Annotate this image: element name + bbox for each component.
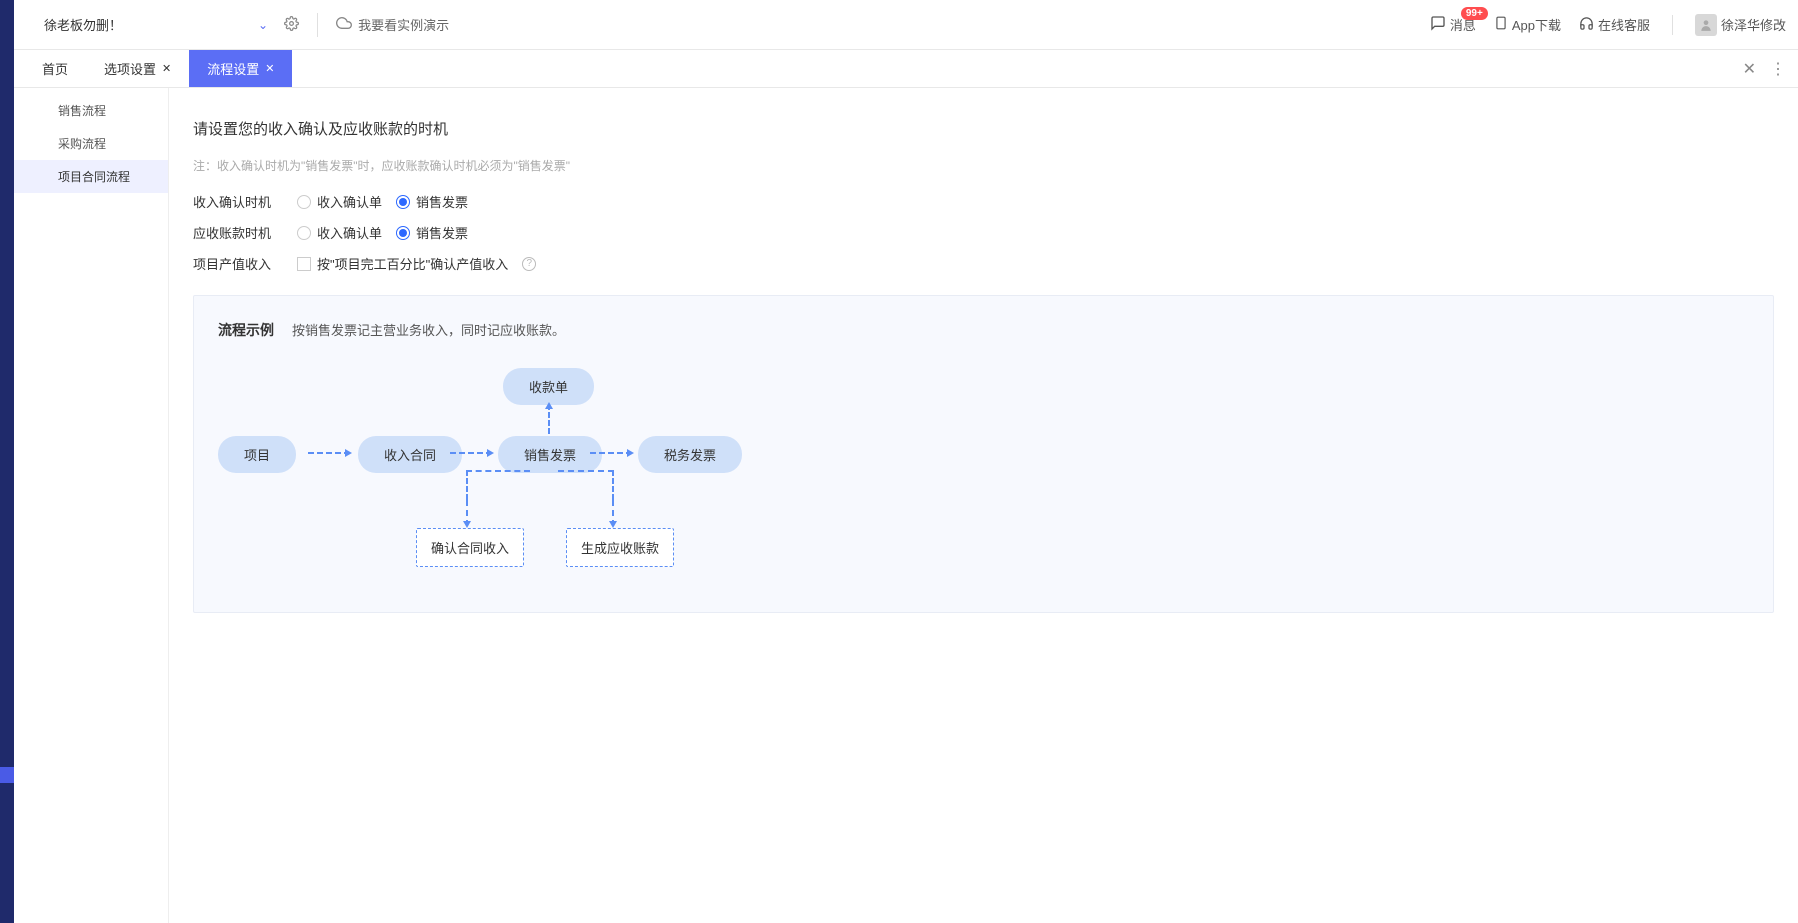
header-right: 消息 99+ App下载 在线客服 徐泽华修改: [1430, 14, 1786, 36]
note: 注：收入确认时机为"销售发票"时，应收账款确认时机必须为"销售发票": [193, 157, 1774, 174]
node-tax-invoice: 税务发票: [638, 436, 742, 473]
top-header: 徐老板勿删！ ⌄ 我要看实例演示 消息 99+ App下载: [14, 0, 1798, 50]
arrow: [308, 452, 350, 454]
setting-row-receivable-timing: 应收账款时机 收入确认单 销售发票: [193, 223, 1774, 242]
radio-income-confirm-2[interactable]: 收入确认单: [297, 223, 382, 242]
sidebar-item-sales[interactable]: 销售流程: [14, 94, 168, 127]
radio-label: 收入确认单: [317, 223, 382, 242]
divider: [317, 13, 318, 37]
username: 徐泽华修改: [1721, 15, 1786, 34]
avatar-icon: [1695, 14, 1717, 36]
tab-flow-settings[interactable]: 流程设置 ✕: [189, 50, 292, 87]
radio-icon: [396, 226, 410, 240]
gear-icon[interactable]: [284, 16, 299, 34]
node-income-contract: 收入合同: [358, 436, 462, 473]
close-icon[interactable]: ✕: [162, 62, 171, 75]
arrow-line: [558, 470, 614, 500]
headset-icon: [1579, 16, 1594, 34]
chevron-down-icon: ⌄: [258, 18, 268, 32]
arrow: [450, 452, 492, 454]
cloud-icon: [336, 15, 352, 34]
flow-example-box: 流程示例 按销售发票记主营业务收入，同时记应收账款。 收款单 项目 收入合同 销…: [193, 295, 1774, 613]
divider: [1672, 15, 1673, 35]
app-download-label: App下载: [1512, 15, 1561, 34]
tabs-bar: 首页 选项设置 ✕ 流程设置 ✕ ✕ ⋮: [14, 50, 1798, 88]
main-content: 请设置您的收入确认及应收账款的时机 注：收入确认时机为"销售发票"时，应收账款确…: [169, 88, 1798, 923]
setting-row-income-timing: 收入确认时机 收入确认单 销售发票: [193, 192, 1774, 211]
sidebar-item-project[interactable]: 项目合同流程: [14, 160, 168, 193]
arrow: [466, 500, 468, 526]
node-sales-invoice: 销售发票: [498, 436, 602, 473]
label-receivable-timing: 应收账款时机: [193, 223, 283, 242]
radio-icon: [297, 226, 311, 240]
close-all-icon[interactable]: ✕: [1743, 59, 1756, 79]
radio-sales-invoice-2[interactable]: 销售发票: [396, 223, 468, 242]
radio-label: 收入确认单: [317, 192, 382, 211]
more-tabs-icon[interactable]: ⋮: [1770, 59, 1786, 79]
badge: 99+: [1461, 7, 1488, 20]
left-strip-indicator: [0, 767, 14, 783]
tab-option-label: 选项设置: [104, 59, 156, 78]
checkbox-completion-percent[interactable]: 按"项目完工百分比"确认产值收入: [297, 254, 508, 273]
flow-title: 流程示例: [218, 320, 274, 340]
flow-diagram: 收款单 项目 收入合同 销售发票 税务发票 确认合同收入 生成应收账款: [218, 368, 1749, 588]
radio-income-confirm[interactable]: 收入确认单: [297, 192, 382, 211]
flow-desc: 按销售发票记主营业务收入，同时记应收账款。: [292, 320, 565, 339]
tab-home-label: 首页: [42, 59, 68, 78]
user-menu[interactable]: 徐泽华修改: [1695, 14, 1786, 36]
page-title: 请设置您的收入确认及应收账款的时机: [193, 118, 1774, 139]
node-gen-receivable: 生成应收账款: [566, 528, 674, 567]
app-download-button[interactable]: App下载: [1494, 15, 1561, 34]
arrow: [590, 452, 632, 454]
body: 销售流程 采购流程 项目合同流程 请设置您的收入确认及应收账款的时机 注：收入确…: [14, 88, 1798, 923]
radio-label: 销售发票: [416, 223, 468, 242]
arrow-line: [466, 470, 530, 500]
node-confirm-income: 确认合同收入: [416, 528, 524, 567]
support-button[interactable]: 在线客服: [1579, 15, 1650, 34]
tab-option-settings[interactable]: 选项设置 ✕: [86, 50, 189, 87]
arrow: [612, 500, 614, 526]
label-income-timing: 收入确认时机: [193, 192, 283, 211]
help-icon[interactable]: ?: [522, 257, 536, 271]
radio-icon: [297, 195, 311, 209]
close-icon[interactable]: ✕: [265, 62, 274, 75]
setting-row-project-output: 项目产值收入 按"项目完工百分比"确认产值收入 ?: [193, 254, 1774, 273]
node-receipt: 收款单: [503, 368, 594, 405]
sidebar-item-purchase[interactable]: 采购流程: [14, 127, 168, 160]
label-project-output: 项目产值收入: [193, 254, 283, 273]
company-selector[interactable]: 徐老板勿删！ ⌄: [36, 11, 276, 38]
phone-icon: [1494, 16, 1508, 33]
checkbox-label: 按"项目完工百分比"确认产值收入: [317, 254, 508, 273]
tab-home[interactable]: 首页: [24, 50, 86, 87]
message-icon: [1430, 15, 1446, 34]
node-project: 项目: [218, 436, 296, 473]
messages-button[interactable]: 消息 99+: [1430, 15, 1476, 34]
radio-label: 销售发票: [416, 192, 468, 211]
support-label: 在线客服: [1598, 15, 1650, 34]
radio-icon: [396, 195, 410, 209]
company-name: 徐老板勿删！: [44, 15, 122, 34]
demo-link-label: 我要看实例演示: [358, 15, 449, 34]
radio-sales-invoice[interactable]: 销售发票: [396, 192, 468, 211]
checkbox-icon: [297, 257, 311, 271]
left-nav-strip: [0, 0, 14, 923]
sidebar: 销售流程 采购流程 项目合同流程: [14, 88, 169, 923]
tab-flow-label: 流程设置: [207, 59, 259, 78]
arrow: [548, 404, 550, 434]
demo-link[interactable]: 我要看实例演示: [336, 15, 449, 34]
